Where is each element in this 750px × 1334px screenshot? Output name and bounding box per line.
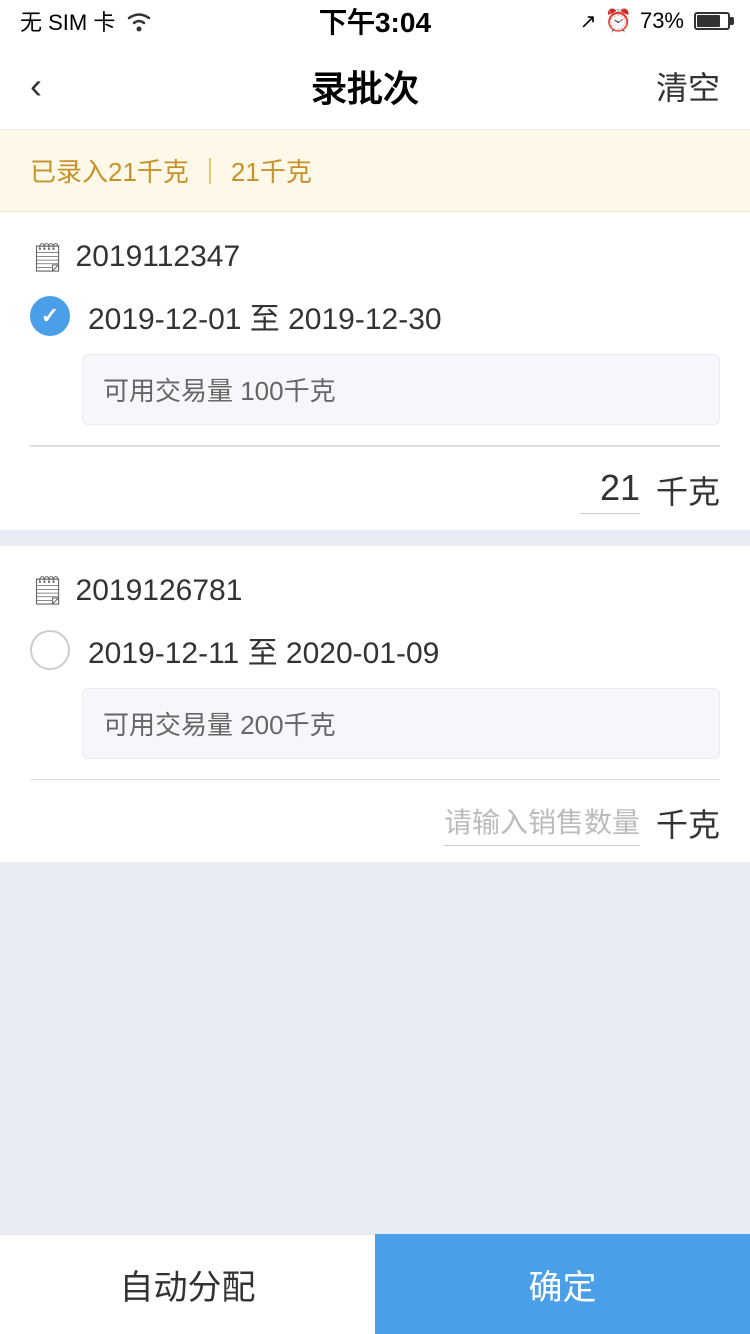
batch-row-2[interactable]: 2019-12-11 至 2020-01-09 [0, 620, 750, 688]
section-divider [0, 530, 750, 546]
batch-card-1: 🗒 2019112347 2019-12-01 至 2019-12-30 可用交… [0, 212, 750, 530]
bottom-bar: 自动分配 确定 [0, 1234, 750, 1334]
nav-bar: ‹ 录批次 清空 [0, 42, 750, 130]
quantity-value-1[interactable]: 21 [580, 467, 640, 514]
status-left: 无 SIM 卡 [20, 5, 153, 37]
battery-icon [694, 12, 730, 30]
info-divider [209, 158, 211, 184]
radio-button-1[interactable] [30, 296, 70, 336]
batch-date-2: 2019-12-11 至 2020-01-09 [88, 628, 439, 672]
batch-row-1[interactable]: 2019-12-01 至 2019-12-30 [0, 286, 750, 354]
wifi-icon [125, 10, 153, 32]
unit-label-1: 千克 [656, 467, 720, 513]
location-icon: ↗ [580, 9, 597, 34]
unit-label-2: 千克 [656, 800, 720, 846]
clear-button[interactable]: 清空 [640, 63, 720, 109]
status-time: 下午3:04 [319, 1, 431, 41]
quantity-placeholder-2[interactable]: 请输入销售数量 [444, 801, 640, 846]
radio-button-2[interactable] [30, 630, 70, 670]
quantity-row-1: 21 千克 [0, 447, 750, 530]
batch-date-1: 2019-12-01 至 2019-12-30 [88, 294, 442, 338]
status-bar: 无 SIM 卡 下午3:04 ↗ ⏰ 73% [0, 0, 750, 42]
quantity-row-2: 请输入销售数量 千克 [0, 780, 750, 862]
status-right: ↗ ⏰ 73% [580, 8, 730, 34]
batch-id-2: 2019126781 [76, 574, 243, 608]
page-title: 录批次 [311, 60, 419, 112]
back-button[interactable]: ‹ [30, 65, 90, 107]
battery-text: 73% [640, 8, 684, 34]
carrier-text: 无 SIM 卡 [20, 5, 115, 37]
batch-file-icon-1: 🗒 [30, 241, 66, 274]
batch-availability-2: 可用交易量 200千克 [82, 688, 720, 759]
batch-header-2: 🗒 2019126781 [0, 546, 750, 620]
batch-availability-1: 可用交易量 100千克 [82, 354, 720, 425]
recorded-amount-label: 已录入21千克 [30, 152, 189, 189]
batch-file-icon-2: 🗒 [30, 574, 66, 607]
amount-value: 21千克 [231, 152, 312, 189]
confirm-button[interactable]: 确定 [375, 1234, 750, 1334]
batch-card-2: 🗒 2019126781 2019-12-11 至 2020-01-09 可用交… [0, 546, 750, 863]
batch-id-1: 2019112347 [76, 240, 241, 274]
info-banner: 已录入21千克 21千克 [0, 130, 750, 212]
main-content: 已录入21千克 21千克 🗒 2019112347 2019-12-01 至 2… [0, 130, 750, 1312]
batch-header-1: 🗒 2019112347 [0, 212, 750, 286]
alarm-icon: ⏰ [605, 8, 632, 34]
auto-distribute-button[interactable]: 自动分配 [0, 1234, 375, 1334]
